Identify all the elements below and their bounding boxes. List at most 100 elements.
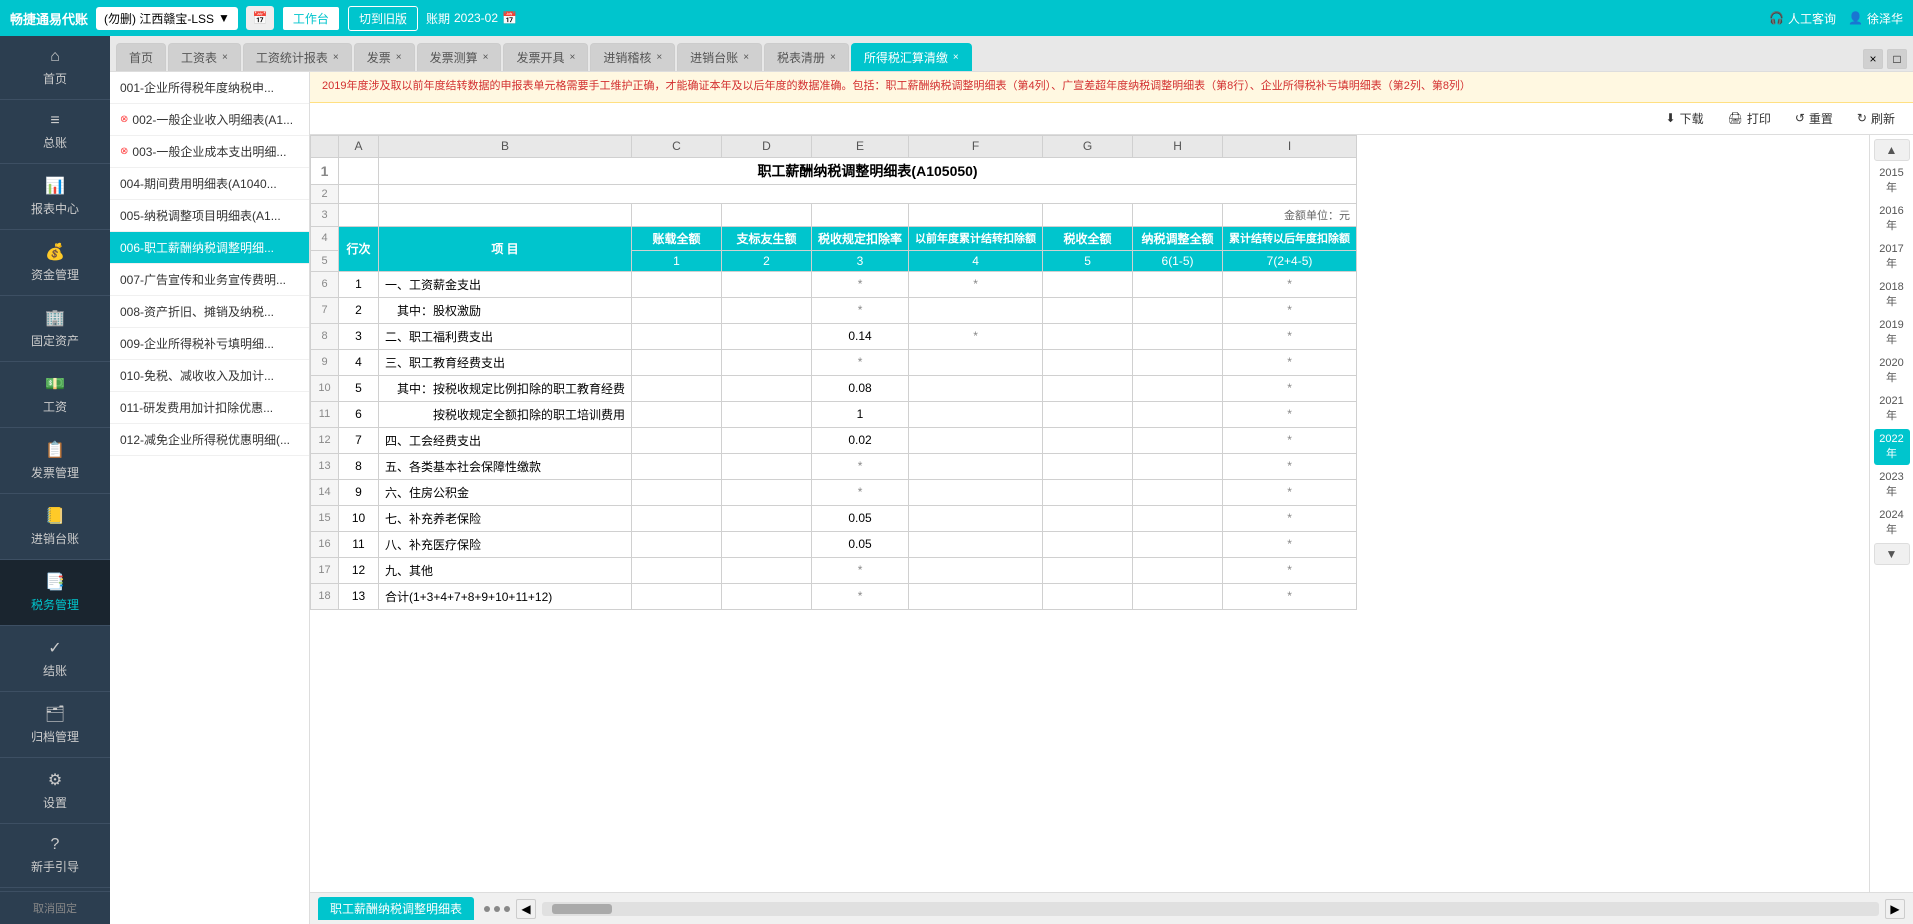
year-2018[interactable]: 2018年 <box>1874 277 1910 313</box>
form-list-item-009[interactable]: 009-企业所得税补亏填明细... <box>110 328 309 360</box>
bottom-sheet-tab[interactable]: 职工薪酬纳税调整明细表 <box>318 897 474 920</box>
year-2024[interactable]: 2024年 <box>1874 505 1910 541</box>
tab-salary-stats-close[interactable]: × <box>333 52 339 63</box>
form-list-panel: 001-企业所得税年度纳税申... ⊗ 002-一般企业收入明细表(A1... … <box>110 72 310 924</box>
user-avatar[interactable]: 👤 徐泽华 <box>1848 10 1903 27</box>
form-list-item-008[interactable]: 008-资产折旧、摊销及纳税... <box>110 296 309 328</box>
company-selector[interactable]: (勿删) 江西赣宝-LSS ▼ <box>96 7 238 30</box>
print-btn[interactable]: 🖨 打印 <box>1722 107 1777 130</box>
purchase-sales-icon: 📒 <box>45 506 65 526</box>
sheet-options-dot2[interactable] <box>494 906 500 912</box>
tab-maximize-btn[interactable]: □ <box>1887 49 1907 69</box>
spreadsheet-wrapper: A B C D E F G H I <box>310 135 1913 892</box>
sidebar-item-salary[interactable]: 💵 工资 <box>0 362 110 428</box>
form-list-item-010[interactable]: 010-免税、减收收入及加计... <box>110 360 309 392</box>
assets-icon: 🏢 <box>45 308 65 328</box>
form-list-item-003[interactable]: ⊗ 003-一般企业成本支出明细... <box>110 136 309 168</box>
col-header-g: G <box>1043 135 1133 157</box>
tab-purchase-ledger-close[interactable]: × <box>743 52 749 63</box>
human-service-btn[interactable]: 🎧 人工客询 <box>1769 10 1836 27</box>
form-list-item-001[interactable]: 001-企业所得税年度纳税申... <box>110 72 309 104</box>
year-nav-up[interactable]: ▲ <box>1874 139 1910 161</box>
col-header-e: E <box>812 135 909 157</box>
error-icon-002: ⊗ <box>120 114 128 125</box>
sidebar-item-purchase-sales[interactable]: 📒 进销台账 <box>0 494 110 560</box>
sidebar-item-guide[interactable]: ? 新手引导 <box>0 824 110 888</box>
workspace-btn[interactable]: 工作台 <box>282 6 340 31</box>
form-list-item-007[interactable]: 007-广告宣传和业务宣传费明... <box>110 264 309 296</box>
tab-invoice-close[interactable]: × <box>396 52 402 63</box>
error-icon-003: ⊗ <box>120 146 128 157</box>
tab-tax-settlement[interactable]: 所得税汇算清缴 × <box>851 43 972 71</box>
sidebar-item-reports[interactable]: 📊 报表中心 <box>0 164 110 230</box>
year-2017[interactable]: 2017年 <box>1874 239 1910 275</box>
year-2021[interactable]: 2021年 <box>1874 391 1910 427</box>
tab-tax-settlement-close[interactable]: × <box>953 52 959 63</box>
sidebar-item-funds[interactable]: 💰 资金管理 <box>0 230 110 296</box>
header-d-num: 2 <box>722 250 812 271</box>
year-2020[interactable]: 2020年 <box>1874 353 1910 389</box>
spreadsheet-container[interactable]: A B C D E F G H I <box>310 135 1869 892</box>
period-calendar-icon[interactable]: 📅 <box>502 11 517 25</box>
tab-salary[interactable]: 工资表 × <box>168 43 241 71</box>
refresh-btn[interactable]: ↻ 刷新 <box>1851 107 1901 130</box>
sidebar-item-settings[interactable]: ⚙ 设置 <box>0 758 110 824</box>
tab-close-btn[interactable]: × <box>1863 49 1883 69</box>
refresh-icon: ↻ <box>1857 111 1867 125</box>
tab-invoice[interactable]: 发票 × <box>354 43 415 71</box>
horizontal-scroll[interactable] <box>542 902 1879 916</box>
tab-tax-register-close[interactable]: × <box>830 52 836 63</box>
form-list-item-011[interactable]: 011-研发费用加计扣除优惠... <box>110 392 309 424</box>
person-icon: 👤 <box>1848 11 1863 25</box>
year-nav-down[interactable]: ▼ <box>1874 543 1910 565</box>
tab-purchase-audit[interactable]: 进销稽核 × <box>590 43 675 71</box>
tab-home[interactable]: 首页 <box>116 43 166 71</box>
scroll-left-btn[interactable]: ◀ <box>516 899 536 919</box>
sidebar-item-close[interactable]: ✓ 结账 <box>0 626 110 692</box>
form-list-item-002[interactable]: ⊗ 002-一般企业收入明细表(A1... <box>110 104 309 136</box>
tab-controls: × □ <box>1863 49 1907 71</box>
guide-icon: ? <box>51 836 60 854</box>
tab-purchase-audit-close[interactable]: × <box>656 52 662 63</box>
data-row-10: 10 5 其中：按税收规定比例扣除的职工教育经费 0.08 * <box>311 375 1357 401</box>
reset-icon: ↺ <box>1795 111 1805 125</box>
form-list-item-004[interactable]: 004-期间费用明细表(A1040... <box>110 168 309 200</box>
tab-invoice-calc[interactable]: 发票测算 × <box>417 43 502 71</box>
sheet-options-dot[interactable] <box>484 906 490 912</box>
year-2022[interactable]: 2022年 <box>1874 429 1910 465</box>
sidebar-item-ledger[interactable]: ≡ 总账 <box>0 100 110 164</box>
sidebar-item-archive[interactable]: 🗂 归档管理 <box>0 692 110 758</box>
tab-invoice-issue[interactable]: 发票开具 × <box>503 43 588 71</box>
calendar-icon[interactable]: 📅 <box>246 6 274 30</box>
download-btn[interactable]: ⬇ 下载 <box>1660 107 1710 130</box>
tab-tax-register[interactable]: 税表清册 × <box>764 43 849 71</box>
app-logo: 畅捷通易代账 <box>10 9 88 28</box>
form-list-item-005[interactable]: 005-纳税调整项目明细表(A1... <box>110 200 309 232</box>
sidebar-item-invoice[interactable]: 📋 发票管理 <box>0 428 110 494</box>
old-version-btn[interactable]: 切到旧版 <box>348 6 418 31</box>
period-label: 账期 2023-02 📅 <box>426 10 517 27</box>
header-f-num: 4 <box>909 250 1043 271</box>
reset-btn[interactable]: ↺ 重置 <box>1789 107 1839 130</box>
tab-purchase-ledger[interactable]: 进销台账 × <box>677 43 762 71</box>
sidebar-item-home[interactable]: ⌂ 首页 <box>0 36 110 100</box>
year-2023[interactable]: 2023年 <box>1874 467 1910 503</box>
sidebar-unpin-btn[interactable]: 取消固定 <box>0 891 110 924</box>
data-row-9: 9 4 三、职工教育经费支出 * * <box>311 349 1357 375</box>
sidebar-item-assets[interactable]: 🏢 固定资产 <box>0 296 110 362</box>
year-2016[interactable]: 2016年 <box>1874 201 1910 237</box>
year-2015[interactable]: 2015年 <box>1874 163 1910 199</box>
scroll-right-btn[interactable]: ▶ <box>1885 899 1905 919</box>
sidebar-item-tax[interactable]: 📑 税务管理 <box>0 560 110 626</box>
form-list-item-006[interactable]: 006-职工薪酬纳税调整明细... <box>110 232 309 264</box>
tab-invoice-calc-close[interactable]: × <box>483 52 489 63</box>
tab-salary-stats[interactable]: 工资统计报表 × <box>243 43 352 71</box>
sheet-options-dot3[interactable] <box>504 906 510 912</box>
tab-salary-close[interactable]: × <box>222 52 228 63</box>
bottom-bar: 职工薪酬纳税调整明细表 ◀ ▶ <box>310 892 1913 924</box>
tab-invoice-issue-close[interactable]: × <box>569 52 575 63</box>
form-list-item-012[interactable]: 012-减免企业所得税优惠明细(... <box>110 424 309 456</box>
header-e: 税收规定扣除率 <box>812 226 909 250</box>
data-row-17: 17 12 九、其他 * * <box>311 557 1357 583</box>
year-2019[interactable]: 2019年 <box>1874 315 1910 351</box>
